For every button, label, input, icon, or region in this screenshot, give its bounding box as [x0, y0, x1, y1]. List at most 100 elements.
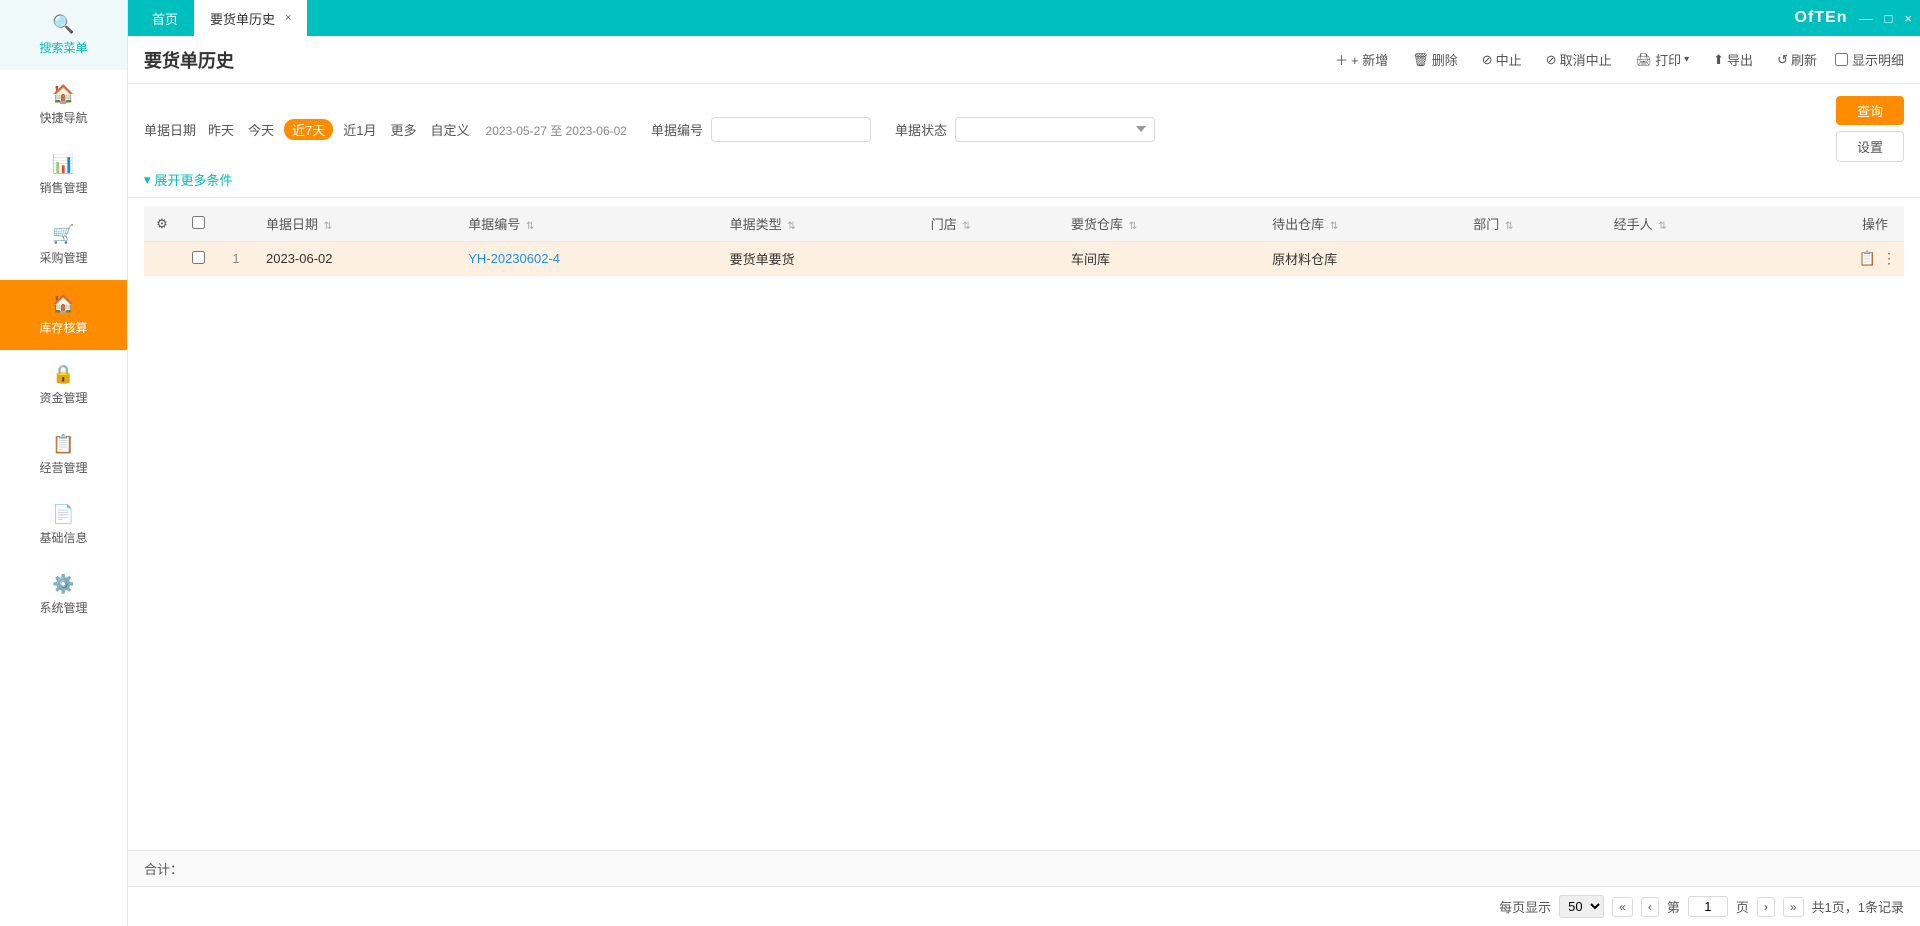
row-doc-date: 2023-06-02 [256, 242, 458, 276]
next-page-button[interactable]: › [1757, 897, 1775, 917]
date-shortcut-7days[interactable]: 近7天 [284, 119, 333, 140]
row-checkbox[interactable] [180, 242, 216, 276]
sidebar-item-finance-mgmt[interactable]: 🔒 资金管理 [0, 350, 127, 420]
window-maximize-btn[interactable]: □ [1885, 11, 1893, 26]
display-detail-checkbox[interactable] [1835, 53, 1848, 66]
per-page-select[interactable]: 50 [1559, 895, 1604, 918]
sidebar-item-system-mgmt[interactable]: ⚙️ 系统管理 [0, 560, 127, 630]
per-page-label: 每页显示 [1499, 897, 1551, 916]
page-number-input[interactable] [1688, 896, 1728, 917]
refresh-icon: ↺ [1777, 52, 1788, 68]
doc-status-select[interactable] [955, 117, 1155, 142]
cancel-suspend-label: 取消中止 [1560, 50, 1612, 69]
tab-home[interactable]: 首页 [136, 0, 194, 36]
window-close-btn[interactable]: × [1904, 11, 1912, 26]
date-shortcuts: 昨天 今天 近7天 近1月 更多 自定义 [204, 119, 474, 140]
expand-conditions-button[interactable]: ▾ 展开更多条件 [144, 170, 1904, 189]
sidebar-item-label: 经营管理 [39, 459, 87, 476]
row-edit-icon[interactable]: 📋 [1859, 250, 1876, 267]
sidebar-item-basic-info[interactable]: 📄 基础信息 [0, 490, 127, 560]
refresh-button[interactable]: ↺ 刷新 [1771, 46, 1823, 73]
sales-icon: 📊 [52, 154, 74, 175]
delete-button[interactable]: 🗑 删除 [1406, 46, 1464, 73]
delete-label: 删除 [1432, 50, 1458, 69]
date-shortcut-more[interactable]: 更多 [387, 119, 421, 140]
doc-number-filter: 单据编号 [651, 117, 871, 142]
row-pending-warehouse: 原材料仓库 [1262, 242, 1463, 276]
query-button[interactable]: 查询 [1836, 96, 1904, 125]
row-doc-number[interactable]: YH-20230602-4 [458, 242, 719, 276]
table-header-row: ⚙ 单据日期 ⇅ 单据编号 ⇅ [144, 206, 1904, 242]
refresh-label: 刷新 [1791, 50, 1817, 69]
col-doc-type[interactable]: 单据类型 ⇅ [720, 206, 921, 242]
print-label: 打印 [1655, 50, 1681, 69]
col-settings[interactable]: ⚙ [144, 206, 180, 242]
col-pending-warehouse[interactable]: 待出仓库 ⇅ [1262, 206, 1463, 242]
sort-pending-warehouse-icon: ⇅ [1330, 221, 1338, 232]
page-title: 要货单历史 [144, 47, 1329, 73]
sidebar-item-label: 销售管理 [39, 179, 87, 196]
select-all-checkbox[interactable] [192, 216, 205, 229]
col-action: 操作 [1774, 206, 1904, 242]
query-buttons: 查询 设置 [1836, 96, 1904, 162]
total-info: 共1页，1条记录 [1812, 897, 1904, 916]
suspend-button[interactable]: ⊘ 中止 [1476, 46, 1528, 73]
date-shortcut-today[interactable]: 今天 [244, 119, 278, 140]
table-body: 1 2023-06-02 YH-20230602-4 要货单要货 车间库 原材料… [144, 242, 1904, 276]
pagination: 每页显示 50 « ‹ 第 页 › » 共1页，1条记录 [128, 886, 1920, 926]
row-actions: 📋 ⋮ [1774, 242, 1904, 276]
col-handler[interactable]: 经手人 ⇅ [1604, 206, 1775, 242]
main-area: 首页 要货单历史 × OfTEn — □ × 要货单历史 ＋ + 新增 🗑 [128, 0, 1920, 926]
setting-button[interactable]: 设置 [1836, 131, 1904, 162]
sidebar-item-sales-mgmt[interactable]: 📊 销售管理 [0, 140, 127, 210]
col-req-warehouse[interactable]: 要货仓库 ⇅ [1061, 206, 1262, 242]
sort-doc-type-icon: ⇅ [787, 221, 795, 232]
cancel-suspend-button[interactable]: ⊘ 取消中止 [1540, 46, 1618, 73]
toolbar: ＋ + 新增 🗑 删除 ⊘ 中止 ⊘ 取消中止 🖨 打印 [1329, 46, 1904, 73]
date-shortcut-yesterday[interactable]: 昨天 [204, 119, 238, 140]
sidebar-item-label: 基础信息 [39, 529, 87, 546]
sidebar-item-search-menu[interactable]: 🔍 搜索菜单 [0, 0, 127, 70]
print-button[interactable]: 🖨 打印 ▾ [1630, 46, 1696, 73]
col-doc-date[interactable]: 单据日期 ⇅ [256, 206, 458, 242]
sort-doc-number-icon: ⇅ [526, 221, 534, 232]
doc-number-input[interactable] [711, 117, 871, 142]
purchase-icon: 🛒 [52, 224, 74, 245]
window-minimize-btn[interactable]: — [1860, 11, 1873, 26]
sidebar-item-inventory[interactable]: 🏠 库存核算 [0, 280, 127, 350]
search-menu-icon: 🔍 [52, 14, 74, 35]
page-header: 要货单历史 ＋ + 新增 🗑 删除 ⊘ 中止 ⊘ 取消中止 [128, 36, 1920, 84]
date-shortcut-custom[interactable]: 自定义 [427, 119, 474, 140]
finance-icon: 🔒 [52, 364, 74, 385]
last-page-button[interactable]: » [1783, 897, 1804, 917]
tab-close-icon[interactable]: × [285, 12, 291, 24]
tab-home-label: 首页 [152, 9, 178, 28]
sort-handler-icon: ⇅ [1658, 221, 1666, 232]
inventory-icon: 🏠 [52, 294, 74, 315]
col-doc-number[interactable]: 单据编号 ⇅ [458, 206, 719, 242]
sidebar-item-operations-mgmt[interactable]: 📋 经营管理 [0, 420, 127, 490]
col-num [216, 206, 256, 242]
prev-page-button[interactable]: ‹ [1641, 897, 1659, 917]
sidebar-item-purchase-mgmt[interactable]: 🛒 采购管理 [0, 210, 127, 280]
tab-requisition-history[interactable]: 要货单历史 × [194, 0, 307, 36]
first-page-button[interactable]: « [1612, 897, 1633, 917]
row-more-icon[interactable]: ⋮ [1882, 250, 1896, 267]
sidebar-item-label: 库存核算 [39, 319, 87, 336]
new-button[interactable]: ＋ + 新增 [1329, 46, 1394, 73]
sidebar-item-label: 搜索菜单 [39, 39, 87, 56]
col-checkbox [180, 206, 216, 242]
tab-requisition-history-label: 要货单历史 [210, 9, 275, 28]
data-table: ⚙ 单据日期 ⇅ 单据编号 ⇅ [144, 206, 1904, 276]
print-dropdown-icon: ▾ [1684, 54, 1689, 65]
quick-nav-icon: 🏠 [52, 84, 74, 105]
sidebar-item-quick-nav[interactable]: 🏠 快捷导航 [0, 70, 127, 140]
display-detail-toggle[interactable]: 显示明细 [1835, 50, 1904, 69]
footer-summary: 合计： [128, 850, 1920, 886]
col-store[interactable]: 门店 ⇅ [921, 206, 1061, 242]
brand-label: OfTEn [1795, 9, 1848, 27]
date-shortcut-1month[interactable]: 近1月 [339, 119, 380, 140]
date-range-display: 2023-05-27 至 2023-06-02 [486, 122, 627, 139]
col-department[interactable]: 部门 ⇅ [1463, 206, 1603, 242]
export-button[interactable]: ⬆ 导出 [1707, 46, 1759, 73]
